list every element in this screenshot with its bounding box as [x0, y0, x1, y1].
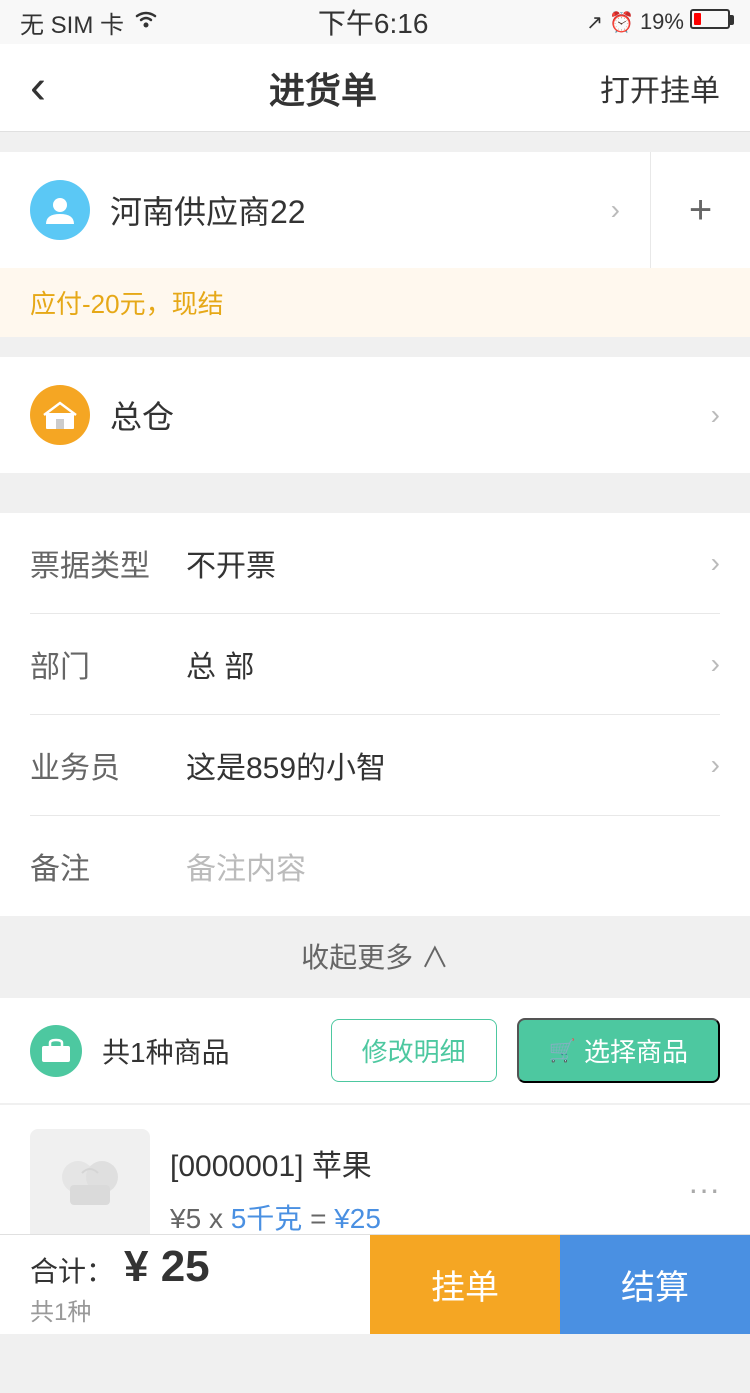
alarm-icon: ⏰ [609, 10, 634, 35]
equals-sign: = [310, 1203, 334, 1234]
supplier-name: 河南供应商22 [110, 187, 611, 233]
footer-total-section: 合计： ¥ 25 共1种 [0, 1235, 370, 1334]
warehouse-icon [30, 385, 90, 445]
gap2 [0, 473, 750, 493]
form-section: 票据类型 不开票 › 部门 总 部 › 业务员 这是859的小智 › 备注 备注… [0, 513, 750, 916]
collapse-label: 收起更多 ∧ [301, 936, 449, 976]
notice-bar: 应付-20元，现结 [0, 268, 750, 337]
status-left: 无 SIM 卡 [20, 5, 160, 40]
department-row[interactable]: 部门 总 部 › [0, 614, 750, 714]
staff-row[interactable]: 业务员 这是859的小智 › [0, 715, 750, 815]
product-code: [0000001] [170, 1150, 303, 1183]
product-title: 苹果 [312, 1150, 372, 1183]
page-title: 进货单 [269, 62, 377, 114]
battery-icon [690, 9, 730, 35]
select-product-button[interactable]: 🛒 选择商品 [517, 1018, 720, 1083]
warehouse-select-button[interactable]: 总仓 › [0, 357, 750, 473]
product-info: [0000001] 苹果 ¥5 x 5千克 = ¥25 [170, 1141, 668, 1237]
department-chevron-icon: › [711, 648, 720, 680]
back-button[interactable]: ‹ [30, 60, 46, 115]
invoice-type-chevron-icon: › [711, 547, 720, 579]
product-count-icon [30, 1025, 82, 1077]
warehouse-name: 总仓 [110, 392, 711, 438]
add-supplier-button[interactable]: + [650, 152, 750, 268]
department-label: 部门 [30, 642, 170, 686]
checkout-button[interactable]: 结算 [560, 1235, 750, 1334]
status-time: 下午6:16 [318, 2, 429, 42]
warehouse-chevron-icon: › [711, 399, 720, 431]
product-price-row: ¥5 x 5千克 = ¥25 [170, 1197, 668, 1237]
multiply-sign: x [209, 1203, 231, 1234]
product-thumbnail [30, 1129, 150, 1249]
remark-input[interactable]: 备注内容 [170, 844, 720, 888]
status-bar: 无 SIM 卡 下午6:16 ↗ ⏰ 19% [0, 0, 750, 44]
footer-total-label: 合计： [30, 1250, 114, 1290]
footer-total-amount: ¥ 25 [124, 1242, 210, 1292]
carrier-text: 无 SIM 卡 [20, 5, 124, 40]
department-value: 总 部 [170, 642, 711, 686]
product-count-text: 共1种商品 [102, 1031, 311, 1071]
collapse-button[interactable]: 收起更多 ∧ [0, 916, 750, 996]
staff-chevron-icon: › [711, 749, 720, 781]
remark-row[interactable]: 备注 备注内容 [0, 816, 750, 916]
status-right: ↗ ⏰ 19% [586, 9, 730, 35]
product-unit-price: ¥5 [170, 1203, 201, 1234]
wifi-icon [132, 8, 160, 36]
footer-total-count: 共1种 [30, 1292, 340, 1327]
product-name: [0000001] 苹果 [170, 1141, 668, 1185]
invoice-type-value: 不开票 [170, 541, 711, 585]
supplier-select-button[interactable]: 河南供应商22 › [0, 152, 650, 268]
product-more-button[interactable]: ··· [688, 1171, 720, 1208]
product-line-total: ¥25 [334, 1203, 381, 1234]
footer: 合计： ¥ 25 共1种 挂单 结算 [0, 1234, 750, 1334]
invoice-type-row[interactable]: 票据类型 不开票 › [0, 513, 750, 613]
supplier-avatar [30, 180, 90, 240]
nav-bar: ‹ 进货单 打开挂单 [0, 44, 750, 132]
chevron-right-icon: › [611, 194, 620, 226]
battery-text: 19% [640, 9, 684, 35]
supplier-section: 河南供应商22 › + [0, 152, 750, 268]
notice-text: 应付-20元，现结 [30, 289, 224, 319]
invoice-type-label: 票据类型 [30, 541, 170, 585]
select-product-label: 选择商品 [584, 1032, 688, 1069]
open-pending-button[interactable]: 打开挂单 [600, 66, 720, 110]
gap1 [0, 132, 750, 152]
staff-value: 这是859的小智 [170, 743, 711, 787]
product-quantity: 5千克 [231, 1203, 303, 1234]
footer-total-row: 合计： ¥ 25 [30, 1242, 340, 1292]
product-header: 共1种商品 修改明细 🛒 选择商品 [0, 998, 750, 1103]
pending-button[interactable]: 挂单 [370, 1235, 560, 1334]
remark-label: 备注 [30, 844, 170, 888]
staff-label: 业务员 [30, 743, 170, 787]
edit-detail-button[interactable]: 修改明细 [331, 1019, 497, 1082]
cart-icon: 🛒 [549, 1038, 576, 1064]
location-icon: ↗ [586, 10, 603, 35]
